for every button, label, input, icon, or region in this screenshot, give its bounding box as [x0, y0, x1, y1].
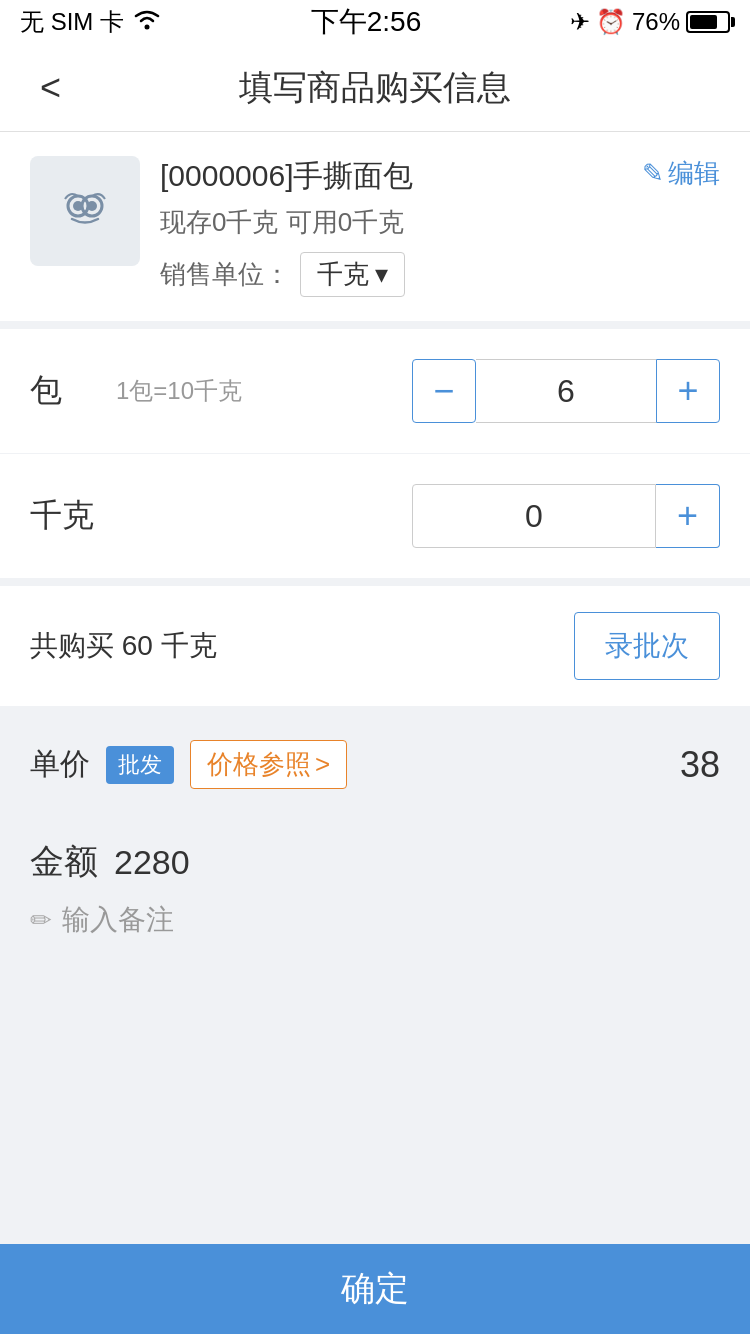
svg-point-4: [87, 201, 97, 211]
battery-icon: [686, 11, 730, 33]
price-ref-button[interactable]: 价格参照 >: [190, 740, 347, 789]
carrier-text: 无 SIM 卡: [20, 6, 124, 38]
back-button[interactable]: <: [30, 57, 71, 119]
decrement-button-bao[interactable]: −: [412, 359, 476, 423]
product-unit-row: 销售单位： 千克 ▾: [160, 252, 720, 297]
price-label: 单价: [30, 744, 90, 785]
amount-label: 金额: [30, 839, 98, 885]
dropdown-icon: ▾: [375, 259, 388, 290]
record-batch-button[interactable]: 录批次: [574, 612, 720, 680]
chevron-right-icon: >: [315, 749, 330, 780]
product-name: [0000006]手撕面包: [160, 156, 413, 197]
svg-point-0: [145, 25, 150, 30]
pencil-icon: ✏: [30, 905, 52, 936]
increment-button-bao[interactable]: +: [656, 359, 720, 423]
svg-point-3: [73, 201, 83, 211]
nav-bar: < 填写商品购买信息: [0, 44, 750, 132]
product-stock: 现存0千克 可用0千克: [160, 205, 720, 240]
amount-row: 金额 2280: [30, 839, 720, 885]
quantity-row-bao: 包 1包=10千克 − +: [0, 329, 750, 454]
location-icon: ✈: [570, 8, 590, 36]
product-card: [0000006]手撕面包 ✎ 编辑 现存0千克 可用0千克 销售单位： 千克 …: [0, 132, 750, 329]
alarm-icon: ⏰: [596, 8, 626, 36]
remark-placeholder[interactable]: 输入备注: [62, 901, 174, 939]
quantity-row-kg: 千克 +: [0, 454, 750, 586]
status-left: 无 SIM 卡: [20, 6, 162, 38]
edit-icon: ✎: [642, 158, 664, 189]
status-time: 下午2:56: [311, 3, 422, 41]
total-text: 共购买 60 千克: [30, 627, 217, 665]
product-image: [30, 156, 140, 266]
quantity-section: 包 1包=10千克 − + 千克 +: [0, 329, 750, 586]
quantity-input-kg[interactable]: [412, 484, 656, 548]
quantity-input-bao[interactable]: [476, 359, 656, 423]
unit-select[interactable]: 千克 ▾: [300, 252, 405, 297]
amount-value: 2280: [114, 843, 190, 882]
page-title: 填写商品购买信息: [239, 65, 511, 111]
confirm-button[interactable]: 确定: [0, 1244, 750, 1334]
price-section: 单价 批发 价格参照 > 38: [0, 714, 750, 815]
quantity-controls-bao: − +: [412, 359, 720, 423]
price-tag-batch: 批发: [106, 746, 174, 784]
status-right: ✈ ⏰ 76%: [570, 8, 730, 36]
quantity-controls-kg: +: [412, 484, 720, 548]
product-info: [0000006]手撕面包 ✎ 编辑 现存0千克 可用0千克 销售单位： 千克 …: [160, 156, 720, 297]
price-value: 38: [680, 744, 720, 786]
edit-button[interactable]: ✎ 编辑: [642, 156, 720, 191]
battery-percent: 76%: [632, 8, 680, 36]
increment-button-kg[interactable]: +: [656, 484, 720, 548]
amount-section: 金额 2280 ✏ 输入备注: [0, 815, 750, 965]
unit-label: 销售单位：: [160, 257, 290, 292]
quantity-label-bao: 包: [30, 369, 110, 413]
quantity-hint-bao: 1包=10千克: [116, 375, 412, 407]
remark-row[interactable]: ✏ 输入备注: [30, 901, 720, 955]
wifi-icon: [132, 8, 162, 36]
total-row: 共购买 60 千克 录批次: [0, 586, 750, 714]
quantity-label-kg: 千克: [30, 494, 110, 538]
status-bar: 无 SIM 卡 下午2:56 ✈ ⏰ 76%: [0, 0, 750, 44]
